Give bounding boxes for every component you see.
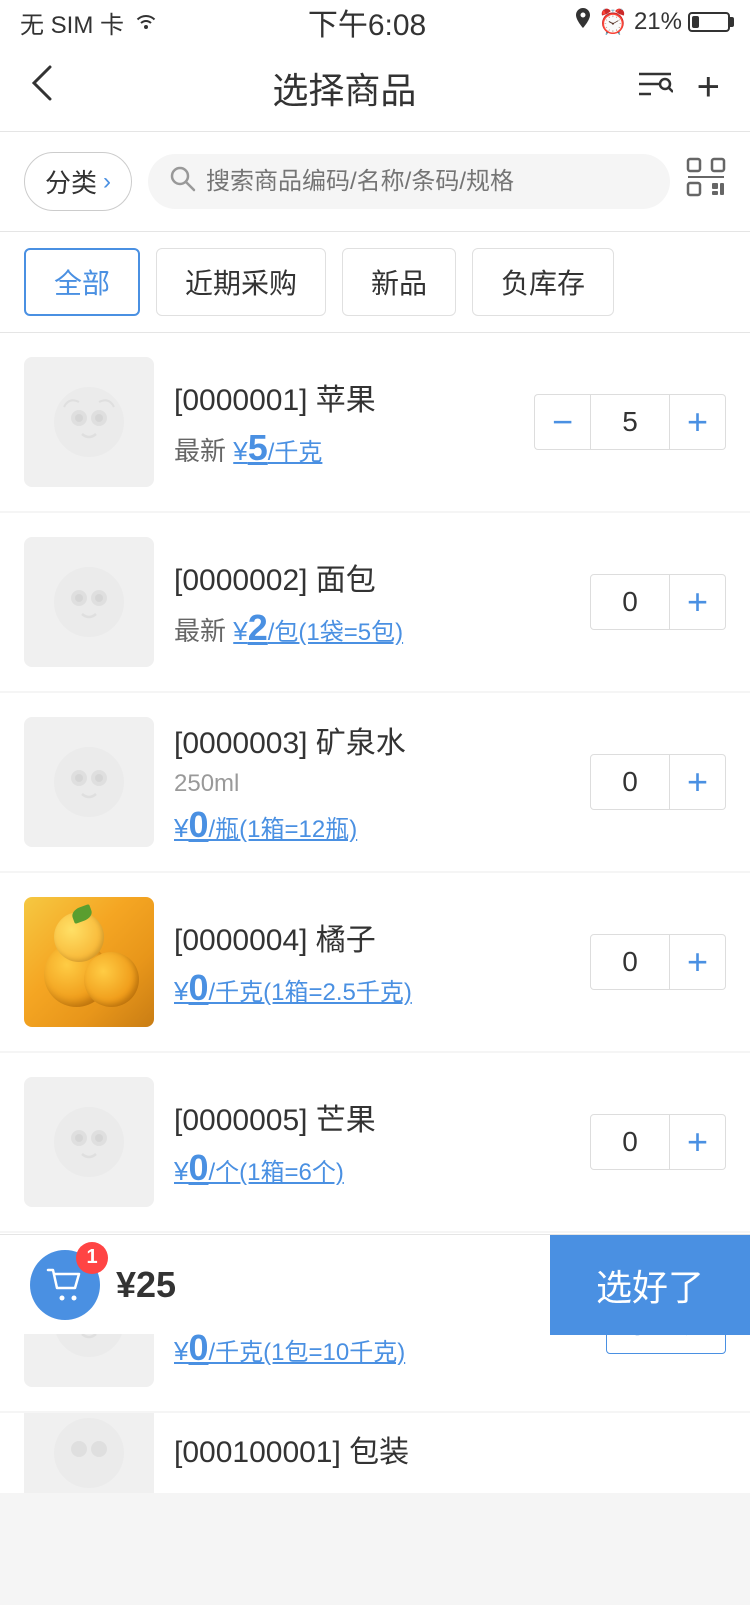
search-icon: [168, 164, 196, 199]
price-value: 2: [248, 607, 268, 648]
increase-button-2[interactable]: +: [670, 574, 726, 630]
page-title: 选择商品: [272, 62, 416, 114]
wifi-icon: [132, 8, 160, 36]
increase-button-5[interactable]: +: [670, 1114, 726, 1170]
location-icon: [574, 8, 592, 37]
tabs-bar: 全部 近期采购 新品 负库存: [0, 232, 750, 333]
price-value: 0: [188, 1147, 208, 1188]
status-indicators: ⏰ 21%: [574, 8, 730, 37]
list-item: [0000004] 橘子 ¥0/千克(1箱=2.5千克) +: [0, 873, 750, 1051]
list-item: [000100001] 包装: [0, 1413, 750, 1493]
increase-button-4[interactable]: +: [670, 934, 726, 990]
tab-new[interactable]: 新品: [342, 248, 456, 316]
product-price-1: 最新 ¥5/千克: [174, 427, 514, 469]
tab-recent[interactable]: 近期采购: [156, 248, 326, 316]
product-price-2: 最新 ¥2/包(1袋=5包): [174, 607, 570, 649]
bottom-bar: 1 ¥25 选好了: [0, 1234, 750, 1334]
product-price-5: ¥0/个(1箱=6个): [174, 1147, 570, 1189]
product-name-7: [000100001] 包装: [174, 1427, 726, 1471]
price-unit: /包(1袋=5包): [268, 619, 403, 646]
product-price-3: ¥0/瓶(1箱=12瓶): [174, 804, 570, 846]
price-currency: ¥: [174, 976, 188, 1006]
tab-negative[interactable]: 负库存: [472, 248, 614, 316]
decrease-button-1[interactable]: −: [534, 394, 590, 450]
cart-badge: 1: [76, 1242, 108, 1274]
price-currency: ¥: [174, 1156, 188, 1186]
price-prefix: 最新 ¥: [174, 436, 248, 466]
list-item: [0000003] 矿泉水 250ml ¥0/瓶(1箱=12瓶) +: [0, 693, 750, 871]
product-info-4: [0000004] 橘子 ¥0/千克(1箱=2.5千克): [174, 915, 570, 1009]
product-name-4: [0000004] 橘子: [174, 915, 570, 959]
list-item: [0000005] 芒果 ¥0/个(1箱=6个) +: [0, 1053, 750, 1231]
cart-section: 1 ¥25: [0, 1250, 550, 1320]
quantity-control-2: +: [590, 574, 726, 630]
tab-all[interactable]: 全部: [24, 248, 140, 316]
nav-bar: 选择商品 +: [0, 44, 750, 132]
quantity-input-2[interactable]: [590, 574, 670, 630]
product-info-3: [0000003] 矿泉水 250ml ¥0/瓶(1箱=12瓶): [174, 718, 570, 846]
alarm-icon: ⏰: [598, 8, 628, 37]
cart-icon-wrap: 1: [30, 1250, 100, 1320]
filter-icon[interactable]: [637, 67, 673, 109]
price-value: 0: [188, 804, 208, 845]
product-name-5: [0000005] 芒果: [174, 1095, 570, 1139]
price-unit: /千克: [268, 439, 323, 466]
product-spec-3: 250ml: [174, 770, 570, 798]
product-name-3: [0000003] 矿泉水: [174, 718, 570, 762]
product-info-1: [0000001] 苹果 最新 ¥5/千克: [174, 375, 514, 469]
category-chevron: ›: [103, 168, 111, 196]
price-unit: /千克(1包=10千克): [209, 1339, 406, 1366]
quantity-input-3[interactable]: [590, 754, 670, 810]
list-item: [0000001] 苹果 最新 ¥5/千克 − +: [0, 333, 750, 511]
search-input[interactable]: [206, 168, 650, 196]
nav-right: +: [637, 65, 720, 110]
increase-button-3[interactable]: +: [670, 754, 726, 810]
product-price-4: ¥0/千克(1箱=2.5千克): [174, 967, 570, 1009]
filter-bar: 分类 ›: [0, 132, 750, 232]
quantity-control-4: +: [590, 934, 726, 990]
product-image-5: [24, 1077, 154, 1207]
product-image-1: [24, 357, 154, 487]
quantity-input-1[interactable]: [590, 394, 670, 450]
category-label: 分类: [45, 163, 97, 200]
product-info-7: [000100001] 包装: [174, 1427, 726, 1479]
price-unit: /个(1箱=6个): [209, 1159, 344, 1186]
product-image-7: [24, 1413, 154, 1493]
status-carrier: 无 SIM 卡: [20, 5, 160, 40]
price-prefix: 最新 ¥: [174, 616, 248, 646]
quantity-control-1: − +: [534, 394, 726, 450]
price-unit: /千克(1箱=2.5千克): [209, 979, 412, 1006]
product-info-2: [0000002] 面包 最新 ¥2/包(1袋=5包): [174, 555, 570, 649]
status-time: 下午6:08: [308, 0, 426, 44]
confirm-button[interactable]: 选好了: [550, 1235, 750, 1335]
price-value: 0: [188, 967, 208, 1008]
quantity-input-4[interactable]: [590, 934, 670, 990]
total-price: ¥25: [116, 1264, 176, 1306]
price-value: 5: [248, 427, 268, 468]
increase-button-1[interactable]: +: [670, 394, 726, 450]
product-image-3: [24, 717, 154, 847]
product-image-2: [24, 537, 154, 667]
list-item: [0000002] 面包 最新 ¥2/包(1袋=5包) +: [0, 513, 750, 691]
price-currency: ¥: [174, 813, 188, 843]
carrier-text: 无 SIM 卡: [20, 5, 124, 40]
quantity-control-5: +: [590, 1114, 726, 1170]
back-button[interactable]: [30, 65, 52, 110]
product-name-2: [0000002] 面包: [174, 555, 570, 599]
scan-icon[interactable]: [686, 157, 726, 206]
product-info-5: [0000005] 芒果 ¥0/个(1箱=6个): [174, 1095, 570, 1189]
quantity-input-5[interactable]: [590, 1114, 670, 1170]
product-image-4: [24, 897, 154, 1027]
quantity-control-3: +: [590, 754, 726, 810]
nav-left: [30, 65, 52, 110]
price-unit: /瓶(1箱=12瓶): [209, 816, 358, 843]
battery-icon: [688, 12, 730, 32]
product-name-1: [0000001] 苹果: [174, 375, 514, 419]
price-currency: ¥: [174, 1336, 188, 1366]
add-button[interactable]: +: [697, 65, 720, 110]
battery-percentage: 21%: [634, 8, 682, 36]
status-bar: 无 SIM 卡 下午6:08 ⏰ 21%: [0, 0, 750, 44]
search-box: [148, 154, 670, 209]
category-button[interactable]: 分类 ›: [24, 152, 132, 211]
